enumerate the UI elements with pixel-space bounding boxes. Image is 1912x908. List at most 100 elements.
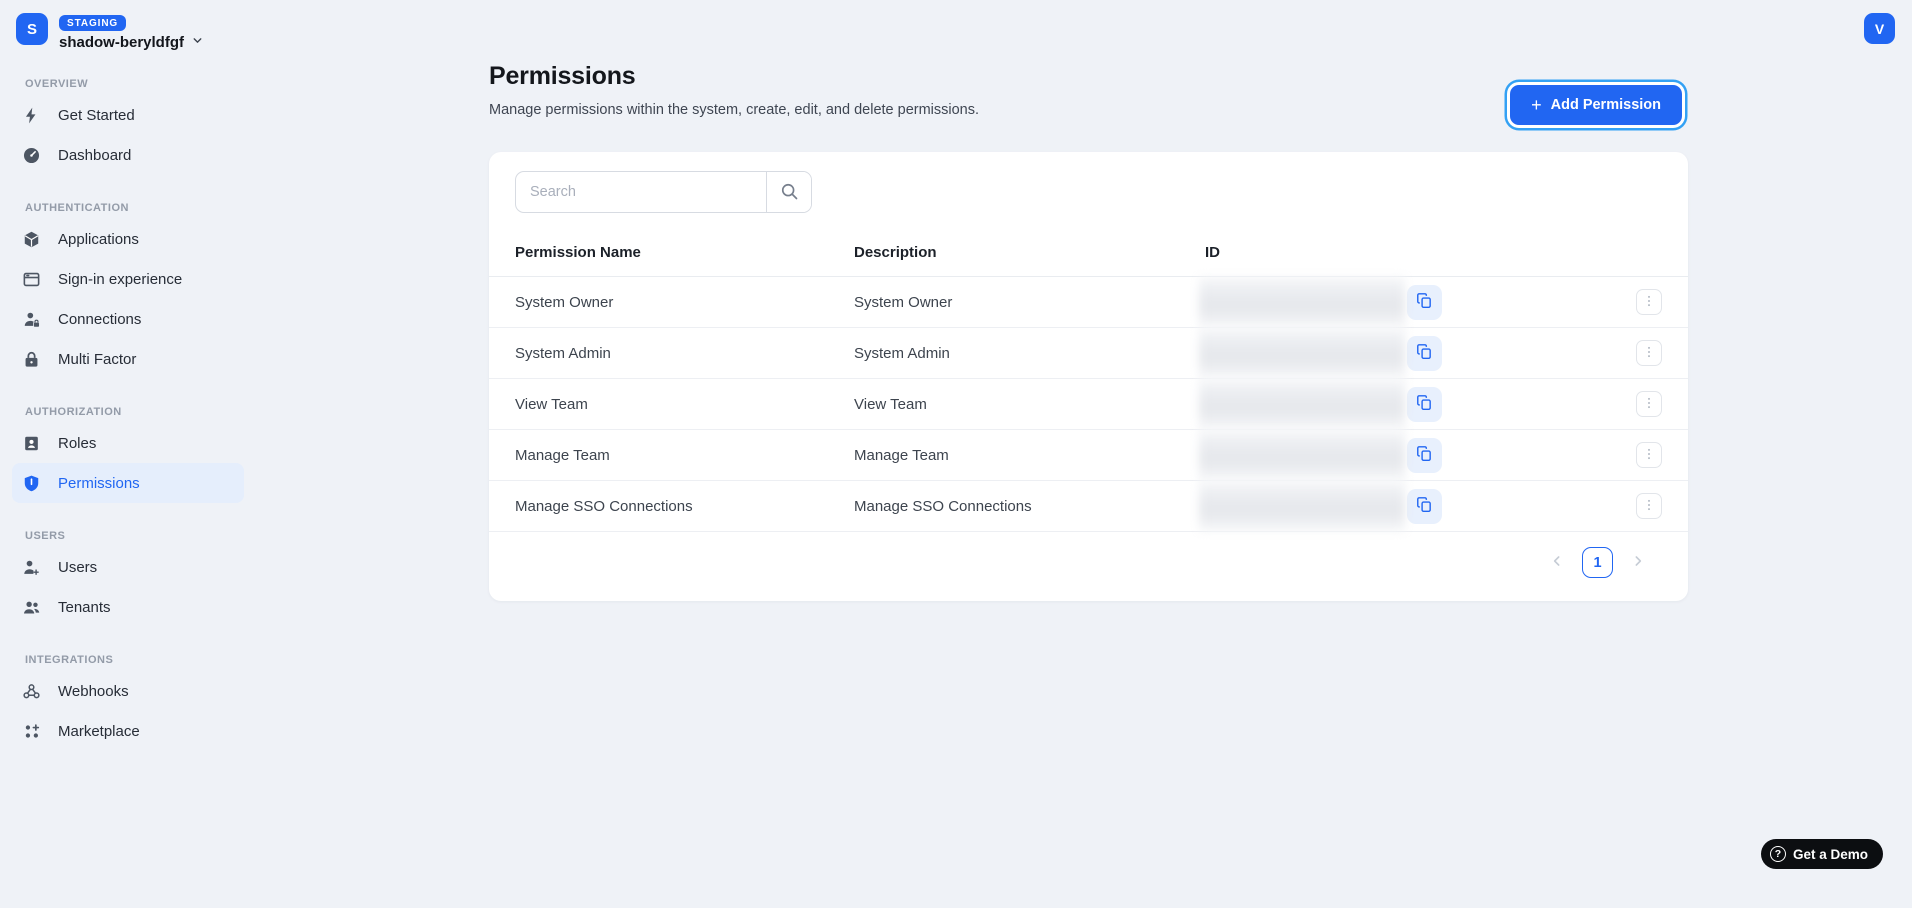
page-header: Permissions Manage permissions within th… [489, 62, 1688, 125]
page-title: Permissions [489, 62, 979, 91]
cube-icon [21, 229, 41, 249]
sidebar-item-label: Webhooks [58, 683, 129, 700]
cell-id [1205, 328, 1616, 378]
add-permission-button[interactable]: + Add Permission [1510, 85, 1682, 125]
chevron-left-icon [1549, 553, 1565, 572]
row-actions-menu-button[interactable] [1636, 493, 1662, 519]
row-actions-menu-button[interactable] [1636, 391, 1662, 417]
sidebar-item-applications[interactable]: Applications [12, 219, 244, 259]
search-box [515, 171, 812, 213]
table-row: View Team View Team [489, 379, 1688, 430]
sidebar-item-marketplace[interactable]: Marketplace [12, 711, 244, 751]
webhook-icon [21, 681, 41, 701]
cell-permission-name: System Owner [515, 294, 854, 311]
sidebar-section-integrations: INTEGRATIONS [16, 654, 240, 666]
column-header-description: Description [854, 244, 1205, 261]
previous-page-button[interactable] [1547, 553, 1567, 573]
sidebar-item-label: Sign-in experience [58, 271, 182, 288]
sidebar-section-overview: OVERVIEW [16, 78, 240, 90]
sidebar: S STAGING shadow-beryldfgf OVERVIEW Get … [0, 0, 256, 908]
kebab-icon [1642, 447, 1656, 464]
chevron-right-icon [1630, 553, 1646, 572]
table-row: System Owner System Owner [489, 277, 1688, 328]
workspace-switcher[interactable]: S STAGING shadow-beryldfgf [16, 13, 240, 51]
dashboard-icon [21, 145, 41, 165]
workspace-name: shadow-beryldfgf [59, 34, 184, 51]
copy-icon [1416, 343, 1433, 363]
redacted-id [1199, 481, 1405, 531]
plus-icon: + [1531, 98, 1542, 112]
sidebar-item-label: Tenants [58, 599, 111, 616]
sidebar-item-tenants[interactable]: Tenants [12, 587, 244, 627]
sidebar-item-label: Dashboard [58, 147, 131, 164]
cell-description: Manage SSO Connections [854, 498, 1205, 515]
next-page-button[interactable] [1628, 553, 1648, 573]
workspace-logo: S [16, 13, 48, 45]
copy-icon [1416, 394, 1433, 414]
question-circle-icon: ? [1770, 846, 1786, 862]
cell-id [1205, 379, 1616, 429]
user-avatar[interactable]: V [1864, 13, 1895, 44]
shield-icon [21, 473, 41, 493]
kebab-icon [1642, 345, 1656, 362]
search-input[interactable] [516, 172, 766, 212]
row-actions-menu-button[interactable] [1636, 442, 1662, 468]
sidebar-item-label: Multi Factor [58, 351, 136, 368]
cell-description: Manage Team [854, 447, 1205, 464]
copy-id-button[interactable] [1407, 285, 1442, 320]
sidebar-item-sign-in-experience[interactable]: Sign-in experience [12, 259, 244, 299]
get-a-demo-button[interactable]: ? Get a Demo [1761, 839, 1883, 869]
redacted-id [1199, 379, 1405, 429]
cell-id [1205, 430, 1616, 480]
permissions-card: Permission Name Description ID System Ow… [489, 152, 1688, 601]
table-header: Permission Name Description ID [489, 229, 1688, 277]
redacted-id [1199, 430, 1405, 480]
chevron-down-icon [191, 34, 204, 51]
sidebar-item-users[interactable]: Users [12, 547, 244, 587]
sidebar-section-users: USERS [16, 530, 240, 542]
browser-icon [21, 269, 41, 289]
sidebar-item-permissions[interactable]: Permissions [12, 463, 244, 503]
column-header-name: Permission Name [515, 244, 854, 261]
lock-icon [21, 349, 41, 369]
get-a-demo-label: Get a Demo [1793, 847, 1868, 862]
search-button[interactable] [766, 172, 811, 212]
environment-badge: STAGING [59, 15, 126, 31]
column-header-id: ID [1205, 244, 1616, 261]
add-permission-label: Add Permission [1551, 97, 1661, 113]
sidebar-section-authorization: AUTHORIZATION [16, 406, 240, 418]
copy-icon [1416, 292, 1433, 312]
cell-description: System Owner [854, 294, 1205, 311]
sidebar-item-webhooks[interactable]: Webhooks [12, 671, 244, 711]
sidebar-item-connections[interactable]: Connections [12, 299, 244, 339]
table-row: Manage Team Manage Team [489, 430, 1688, 481]
sidebar-item-label: Permissions [58, 475, 140, 492]
id-badge-icon [21, 433, 41, 453]
sidebar-item-roles[interactable]: Roles [12, 423, 244, 463]
marketplace-grid-icon [21, 721, 41, 741]
pagination: 1 [489, 532, 1688, 601]
copy-id-button[interactable] [1407, 387, 1442, 422]
sidebar-item-get-started[interactable]: Get Started [12, 95, 244, 135]
cell-permission-name: Manage Team [515, 447, 854, 464]
sidebar-item-multi-factor[interactable]: Multi Factor [12, 339, 244, 379]
row-actions-menu-button[interactable] [1636, 289, 1662, 315]
cell-id [1205, 277, 1616, 327]
sidebar-item-label: Applications [58, 231, 139, 248]
kebab-icon [1642, 498, 1656, 515]
kebab-icon [1642, 396, 1656, 413]
cell-description: View Team [854, 396, 1205, 413]
redacted-id [1199, 328, 1405, 378]
cell-permission-name: View Team [515, 396, 854, 413]
table-row: Manage SSO Connections Manage SSO Connec… [489, 481, 1688, 532]
copy-id-button[interactable] [1407, 438, 1442, 473]
page-number-button[interactable]: 1 [1582, 547, 1613, 578]
sidebar-item-label: Get Started [58, 107, 135, 124]
search-icon [779, 181, 799, 204]
sidebar-item-dashboard[interactable]: Dashboard [12, 135, 244, 175]
copy-id-button[interactable] [1407, 489, 1442, 524]
copy-id-button[interactable] [1407, 336, 1442, 371]
sidebar-item-label: Connections [58, 311, 141, 328]
row-actions-menu-button[interactable] [1636, 340, 1662, 366]
bolt-icon [21, 105, 41, 125]
